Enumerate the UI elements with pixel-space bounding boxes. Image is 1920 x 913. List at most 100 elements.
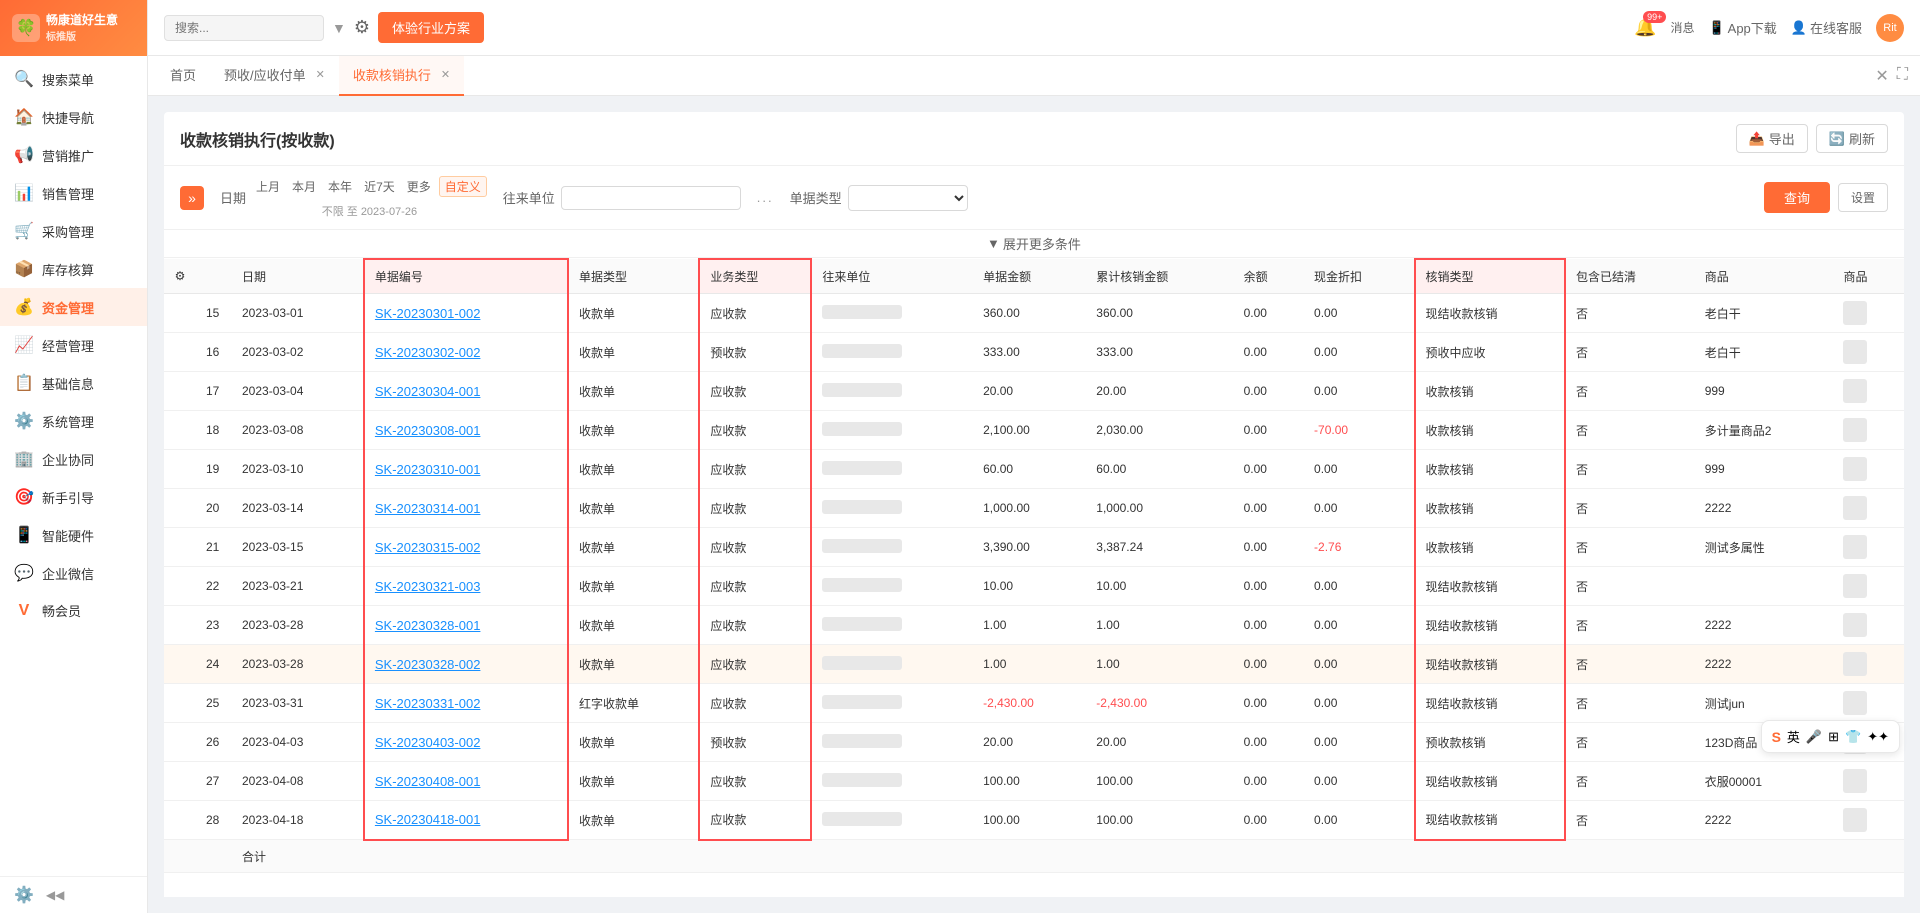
sidebar-item-label: 基础信息 (42, 374, 94, 393)
online-service-link[interactable]: 👤 在线客服 (1791, 18, 1862, 37)
cell-amount: 1.00 (973, 645, 1086, 684)
tab-pre-receipt-label: 预收/应收付单 (224, 65, 306, 84)
chevron-down-icon[interactable]: ▼ (332, 20, 346, 36)
sidebar-item-basic[interactable]: 📋 基础信息 (0, 364, 147, 402)
voucher-no-link[interactable]: SK-20230328-001 (375, 618, 481, 633)
cell-cash-discount: 0.00 (1304, 294, 1414, 333)
table-row[interactable]: 22 2023-03-21 SK-20230321-003 收款单 应收款 10… (164, 567, 1904, 606)
table-row[interactable]: 17 2023-03-04 SK-20230304-001 收款单 应收款 20… (164, 372, 1904, 411)
voucher-no-link[interactable]: SK-20230403-002 (375, 735, 481, 750)
sidebar-item-wechat[interactable]: 💬 企业微信 (0, 554, 147, 592)
cell-settings (164, 606, 196, 645)
cell-partner (811, 606, 973, 645)
cell-biz-type: 应收款 (699, 567, 811, 606)
query-button[interactable]: 查询 (1764, 182, 1830, 213)
cell-goods: 999 (1695, 372, 1834, 411)
voucher-no-link[interactable]: SK-20230304-001 (375, 384, 481, 399)
cell-balance: 0.00 (1234, 762, 1304, 801)
sidebar-item-finance[interactable]: 💰 资金管理 (0, 288, 147, 326)
table-row[interactable]: 21 2023-03-15 SK-20230315-002 收款单 应收款 3,… (164, 528, 1904, 567)
voucher-no-link[interactable]: SK-20230321-003 (375, 579, 481, 594)
sidebar-item-search[interactable]: 🔍 搜索菜单 (0, 60, 147, 98)
partner-filter-input[interactable] (561, 186, 741, 210)
topbar-search-input[interactable] (164, 15, 324, 41)
date-btn-last-month[interactable]: 上月 (252, 176, 284, 197)
cell-goods2 (1833, 450, 1904, 489)
table-row[interactable]: 20 2023-03-14 SK-20230314-001 收款单 应收款 1,… (164, 489, 1904, 528)
cell-settings (164, 567, 196, 606)
sidebar-item-enterprise[interactable]: 🏢 企业协同 (0, 440, 147, 478)
table-row[interactable]: 25 2023-03-31 SK-20230331-002 红字收款单 应收款 … (164, 684, 1904, 723)
sidebar-item-label: 销售管理 (42, 184, 94, 203)
app-download-link[interactable]: 📱 App下载 (1708, 18, 1776, 37)
tab-home[interactable]: 首页 (156, 56, 210, 96)
date-btn-this-month[interactable]: 本月 (288, 176, 320, 197)
tab-close-icon[interactable]: ✕ (1875, 66, 1888, 86)
date-btn-more[interactable]: 更多 (403, 176, 435, 197)
settings-icon[interactable]: ⚙️ (14, 885, 34, 905)
cell-date: 2023-03-15 (232, 528, 364, 567)
member-icon: V (14, 602, 34, 620)
table-row[interactable]: 18 2023-03-08 SK-20230308-001 收款单 应收款 2,… (164, 411, 1904, 450)
industry-solution-button[interactable]: 体验行业方案 (378, 12, 484, 43)
filter-setting-button[interactable]: 设置 (1838, 183, 1888, 212)
voucher-type-select[interactable] (848, 185, 968, 211)
col-amount: 单据金额 (973, 259, 1086, 294)
tab-pre-receipt[interactable]: 预收/应收付单 ✕ (210, 56, 339, 96)
sidebar-item-operation[interactable]: 📈 经营管理 (0, 326, 147, 364)
cell-voucher-no: SK-20230308-001 (364, 411, 568, 450)
sidebar-item-purchase[interactable]: 🛒 采购管理 (0, 212, 147, 250)
tab-pre-receipt-close[interactable]: ✕ (316, 68, 325, 81)
cell-balance: 0.00 (1234, 606, 1304, 645)
tab-expand-icon[interactable]: ⛶ (1897, 66, 1908, 86)
voucher-no-link[interactable]: SK-20230301-002 (375, 306, 481, 321)
cell-index: 24 (196, 645, 232, 684)
voucher-no-link[interactable]: SK-20230418-001 (375, 812, 481, 827)
table-scroll[interactable]: ⚙ 日期 单据编号 单据类型 业务类型 往来单位 单据金额 累计核销金额 余额 … (164, 258, 1904, 897)
sidebar-item-guide[interactable]: 🎯 新手引导 (0, 478, 147, 516)
voucher-no-link[interactable]: SK-20230315-002 (375, 540, 481, 555)
cell-goods: 老白干 (1695, 294, 1834, 333)
sidebar-item-system[interactable]: ⚙️ 系统管理 (0, 402, 147, 440)
sidebar-item-member[interactable]: V 畅会员 (0, 592, 147, 629)
table-row[interactable]: 26 2023-04-03 SK-20230403-002 收款单 预收款 20… (164, 723, 1904, 762)
refresh-button[interactable]: 🔄 刷新 (1816, 124, 1888, 153)
filter-dots[interactable]: ... (757, 190, 774, 205)
topbar-gear-icon[interactable]: ⚙ (354, 17, 370, 38)
voucher-no-link[interactable]: SK-20230302-002 (375, 345, 481, 360)
col-verify-amount: 累计核销金额 (1086, 259, 1233, 294)
voucher-no-link[interactable]: SK-20230331-002 (375, 696, 481, 711)
table-row[interactable]: 19 2023-03-10 SK-20230310-001 收款单 应收款 60… (164, 450, 1904, 489)
cell-goods2 (1833, 489, 1904, 528)
sidebar-item-quick[interactable]: 🏠 快捷导航 (0, 98, 147, 136)
cell-biz-type: 应收款 (699, 606, 811, 645)
table-row[interactable]: 15 2023-03-01 SK-20230301-002 收款单 应收款 36… (164, 294, 1904, 333)
table-row[interactable]: 24 2023-03-28 SK-20230328-002 收款单 应收款 1.… (164, 645, 1904, 684)
cell-voucher-type: 收款单 (568, 489, 699, 528)
avatar[interactable]: Rit (1876, 14, 1904, 42)
table-row[interactable]: 28 2023-04-18 SK-20230418-001 收款单 应收款 10… (164, 801, 1904, 840)
col-verify-type: 核销类型 (1415, 259, 1566, 294)
voucher-no-link[interactable]: SK-20230328-002 (375, 657, 481, 672)
voucher-no-link[interactable]: SK-20230310-001 (375, 462, 481, 477)
table-row[interactable]: 16 2023-03-02 SK-20230302-002 收款单 预收款 33… (164, 333, 1904, 372)
filter-toggle-button[interactable]: » (180, 186, 204, 210)
tab-collection-verify-close[interactable]: ✕ (441, 68, 450, 81)
sidebar-item-sales[interactable]: 📊 销售管理 (0, 174, 147, 212)
date-btn-this-year[interactable]: 本年 (324, 176, 356, 197)
table-row[interactable]: 23 2023-03-28 SK-20230328-001 收款单 应收款 1.… (164, 606, 1904, 645)
voucher-no-link[interactable]: SK-20230408-001 (375, 774, 481, 789)
date-btn-last-7-days[interactable]: 近7天 (360, 176, 399, 197)
sidebar-item-marketing[interactable]: 📢 营销推广 (0, 136, 147, 174)
expand-conditions-button[interactable]: ▼ 展开更多条件 (987, 234, 1081, 253)
sidebar-item-inventory[interactable]: 📦 库存核算 (0, 250, 147, 288)
tab-collection-verify[interactable]: 收款核销执行 ✕ (339, 56, 464, 96)
table-row[interactable]: 27 2023-04-08 SK-20230408-001 收款单 应收款 10… (164, 762, 1904, 801)
export-button[interactable]: 📤 导出 (1736, 124, 1808, 153)
voucher-no-link[interactable]: SK-20230314-001 (375, 501, 481, 516)
page-title: 收款核销执行(按收款) (180, 127, 335, 151)
sidebar-item-hardware[interactable]: 📱 智能硬件 (0, 516, 147, 554)
voucher-no-link[interactable]: SK-20230308-001 (375, 423, 481, 438)
collapse-icon[interactable]: ◀◀ (46, 888, 64, 902)
date-custom-btn[interactable]: 自定义 (439, 176, 487, 197)
